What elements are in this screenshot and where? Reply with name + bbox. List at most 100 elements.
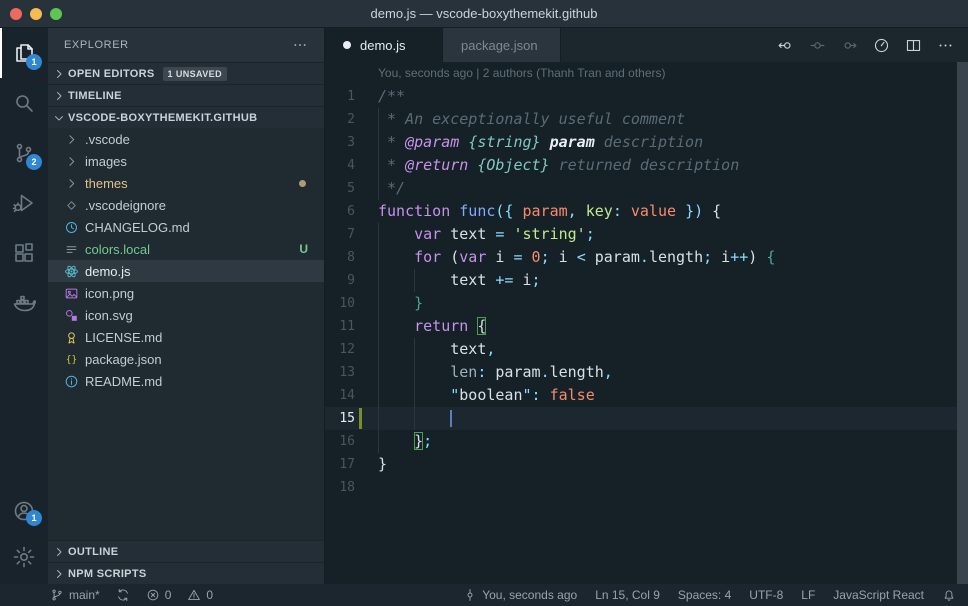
code-line-13[interactable]: 13 len: param.length, <box>325 361 968 384</box>
line-number: 13 <box>339 365 355 380</box>
code-line-4[interactable]: 4 * @return {Object} returned descriptio… <box>325 154 968 177</box>
code-line-6[interactable]: 6 function func({ param, key: value }) { <box>325 200 968 223</box>
activity-settings[interactable] <box>0 534 48 580</box>
activity-run-debug[interactable] <box>0 178 48 228</box>
file-item-icon.png[interactable]: icon.png <box>48 282 324 304</box>
code-line-9[interactable]: 9 text += i; <box>325 269 968 292</box>
section-outline[interactable]: OUTLINE <box>48 540 324 562</box>
code-line-11[interactable]: 11 return { <box>325 315 968 338</box>
code-token: i <box>486 248 514 266</box>
nav-forward-button[interactable] <box>841 37 858 54</box>
chevron-down-icon <box>52 111 66 125</box>
activity-docker[interactable] <box>0 278 48 328</box>
status-branch[interactable]: main* <box>50 588 100 602</box>
chevron-right-icon <box>52 89 66 103</box>
code-line-8[interactable]: 8 for (var i = 0; i < param.length; i++)… <box>325 246 968 269</box>
indent-guide <box>414 338 415 361</box>
status-warnings[interactable]: 0 <box>187 588 213 602</box>
status-blame[interactable]: You, seconds ago <box>463 588 577 602</box>
section-project[interactable]: VSCODE-BOXYTHEMEKIT.GITHUB <box>48 106 324 128</box>
zoom-button[interactable] <box>50 8 62 20</box>
code-token: ; <box>531 271 541 289</box>
split-editor-button[interactable] <box>905 37 922 54</box>
file-item-demo.js[interactable]: demo.js <box>48 260 324 282</box>
code-line-18[interactable]: 18 <box>325 476 968 499</box>
file-item-themes[interactable]: themes <box>48 172 324 194</box>
tab-package.json[interactable]: package.json <box>443 28 561 62</box>
code-line-17[interactable]: 17} <box>325 453 968 476</box>
nav-back-button[interactable] <box>777 37 794 54</box>
line-content: len: param.length, <box>378 361 613 384</box>
search-icon <box>12 91 36 115</box>
svg-icon <box>62 308 80 323</box>
file-item-LICENSE.md[interactable]: LICENSE.md <box>48 326 324 348</box>
status-errors[interactable]: 0 <box>146 588 171 602</box>
section-npm-scripts[interactable]: NPM SCRIPTS <box>48 562 324 584</box>
file-name: .vscode <box>85 131 130 147</box>
status-indentation[interactable]: Spaces: 4 <box>678 588 731 602</box>
line-number: 10 <box>339 296 355 311</box>
code-line-10[interactable]: 10 } <box>325 292 968 315</box>
file-item-README.md[interactable]: README.md <box>48 370 324 392</box>
status-label: 0 <box>206 588 214 602</box>
file-item-package.json[interactable]: {} package.json <box>48 348 324 370</box>
activity-source-control[interactable]: 2 <box>0 128 48 178</box>
section-open-editors[interactable]: OPEN EDITORS 1 UNSAVED <box>48 62 324 84</box>
file-item-images[interactable]: images <box>48 150 324 172</box>
code-line-12[interactable]: 12 text, <box>325 338 968 361</box>
activity-accounts[interactable]: 1 <box>0 488 48 534</box>
section-label: OUTLINE <box>68 545 119 558</box>
explorer-more-actions-button[interactable] <box>292 37 308 53</box>
status-label: LF <box>801 588 816 602</box>
activity-search[interactable] <box>0 78 48 128</box>
code-line-3[interactable]: 3 * @param {string} param description <box>325 131 968 154</box>
code-token: param <box>486 363 541 381</box>
status-notifications[interactable] <box>942 588 956 602</box>
codelens-blame[interactable]: You, seconds ago | 2 authors (Thanh Tran… <box>325 62 968 85</box>
status-cursor-position[interactable]: Ln 15, Col 9 <box>595 588 660 602</box>
file-item-.vscode[interactable]: .vscode <box>48 128 324 150</box>
editor-scrollbar[interactable] <box>957 62 968 584</box>
code-line-2[interactable]: 2 * An exceptionally useful comment <box>325 108 968 131</box>
code-line-16[interactable]: 16 }; <box>325 430 968 453</box>
file-item-CHANGELOG.md[interactable]: CHANGELOG.md <box>48 216 324 238</box>
file-item-colors.local[interactable]: colors.local U <box>48 238 324 260</box>
code-line-5[interactable]: 5 */ <box>325 177 968 200</box>
close-button[interactable] <box>10 8 22 20</box>
tab-demo.js[interactable]: demo.js <box>325 28 443 62</box>
activity-extensions[interactable] <box>0 228 48 278</box>
activity-explorer[interactable]: 1 <box>0 28 48 78</box>
status-eol[interactable]: LF <box>801 588 815 602</box>
activity-bar-top: 12 <box>0 28 48 328</box>
code-line-1[interactable]: 1 /** <box>325 85 968 108</box>
tab-bar-tabs: demo.js package.json <box>325 28 561 62</box>
code-token: i <box>549 248 577 266</box>
code-token: false <box>549 386 595 404</box>
code-line-15[interactable]: 15 <box>325 407 968 430</box>
indent-guide <box>378 361 379 384</box>
code-token: }) <box>685 202 704 220</box>
code-token: text <box>441 225 496 243</box>
file-item-.vscodeignore[interactable]: .vscodeignore <box>48 194 324 216</box>
status-sync[interactable] <box>116 588 130 602</box>
more-actions-button[interactable] <box>937 37 954 54</box>
nav-dot-button[interactable] <box>809 37 826 54</box>
section-timeline[interactable]: TIMELINE <box>48 84 324 106</box>
file-item-icon.svg[interactable]: icon.svg <box>48 304 324 326</box>
code-line-7[interactable]: 7 var text = 'string'; <box>325 223 968 246</box>
code-editor[interactable]: You, seconds ago | 2 authors (Thanh Tran… <box>325 62 968 584</box>
code-token: } <box>414 294 424 312</box>
timeline-button[interactable] <box>873 37 890 54</box>
code-token: description <box>594 133 704 151</box>
line-number: 5 <box>347 181 355 196</box>
line-content: } <box>378 453 387 476</box>
line-number: 9 <box>347 273 355 288</box>
code-token: : <box>612 202 622 220</box>
code-token: returned description <box>549 156 740 174</box>
status-language[interactable]: JavaScript React <box>833 588 924 602</box>
code-line-14[interactable]: 14 "boolean": false <box>325 384 968 407</box>
indent-guide <box>414 361 415 384</box>
status-encoding[interactable]: UTF-8 <box>749 588 783 602</box>
minimize-button[interactable] <box>30 8 42 20</box>
